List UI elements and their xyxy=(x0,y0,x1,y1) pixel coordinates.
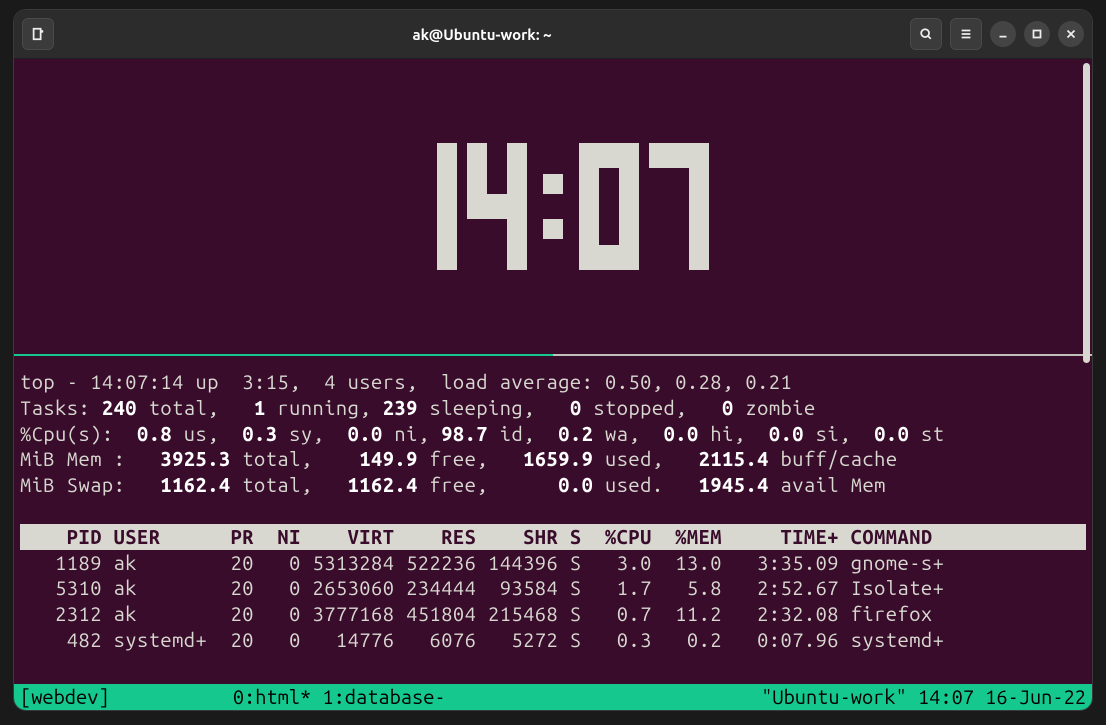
menu-button[interactable] xyxy=(950,18,982,50)
tmux-windows: 0:html* 1:database- xyxy=(233,684,446,710)
clock-pane[interactable] xyxy=(14,59,1092,354)
search-button[interactable] xyxy=(910,18,942,50)
top-pane[interactable]: top - 14:07:14 up 3:15, 4 users, load av… xyxy=(14,356,1092,684)
tmux-session: [webdev] xyxy=(20,684,110,710)
process-table-header: PID USER PR NI VIRT RES SHR S %CPU %MEM … xyxy=(20,524,1086,550)
titlebar: ak@Ubuntu-work: ~ xyxy=(14,10,1092,59)
minimize-button[interactable] xyxy=(990,21,1016,47)
scrollbar[interactable] xyxy=(1083,63,1090,363)
tmux-status-right: "Ubuntu-work" 14:07 16-Jun-22 xyxy=(761,684,1086,710)
terminal-window: ak@Ubuntu-work: ~ xyxy=(14,10,1092,710)
tmux-status-bar[interactable]: [webdev] 0:html* 1:database- "Ubuntu-work… xyxy=(14,684,1092,710)
window-title: ak@Ubuntu-work: ~ xyxy=(54,26,910,43)
maximize-button[interactable] xyxy=(1024,21,1050,47)
new-tab-button[interactable] xyxy=(22,18,54,50)
clock-display xyxy=(397,143,709,271)
close-button[interactable] xyxy=(1058,21,1084,47)
